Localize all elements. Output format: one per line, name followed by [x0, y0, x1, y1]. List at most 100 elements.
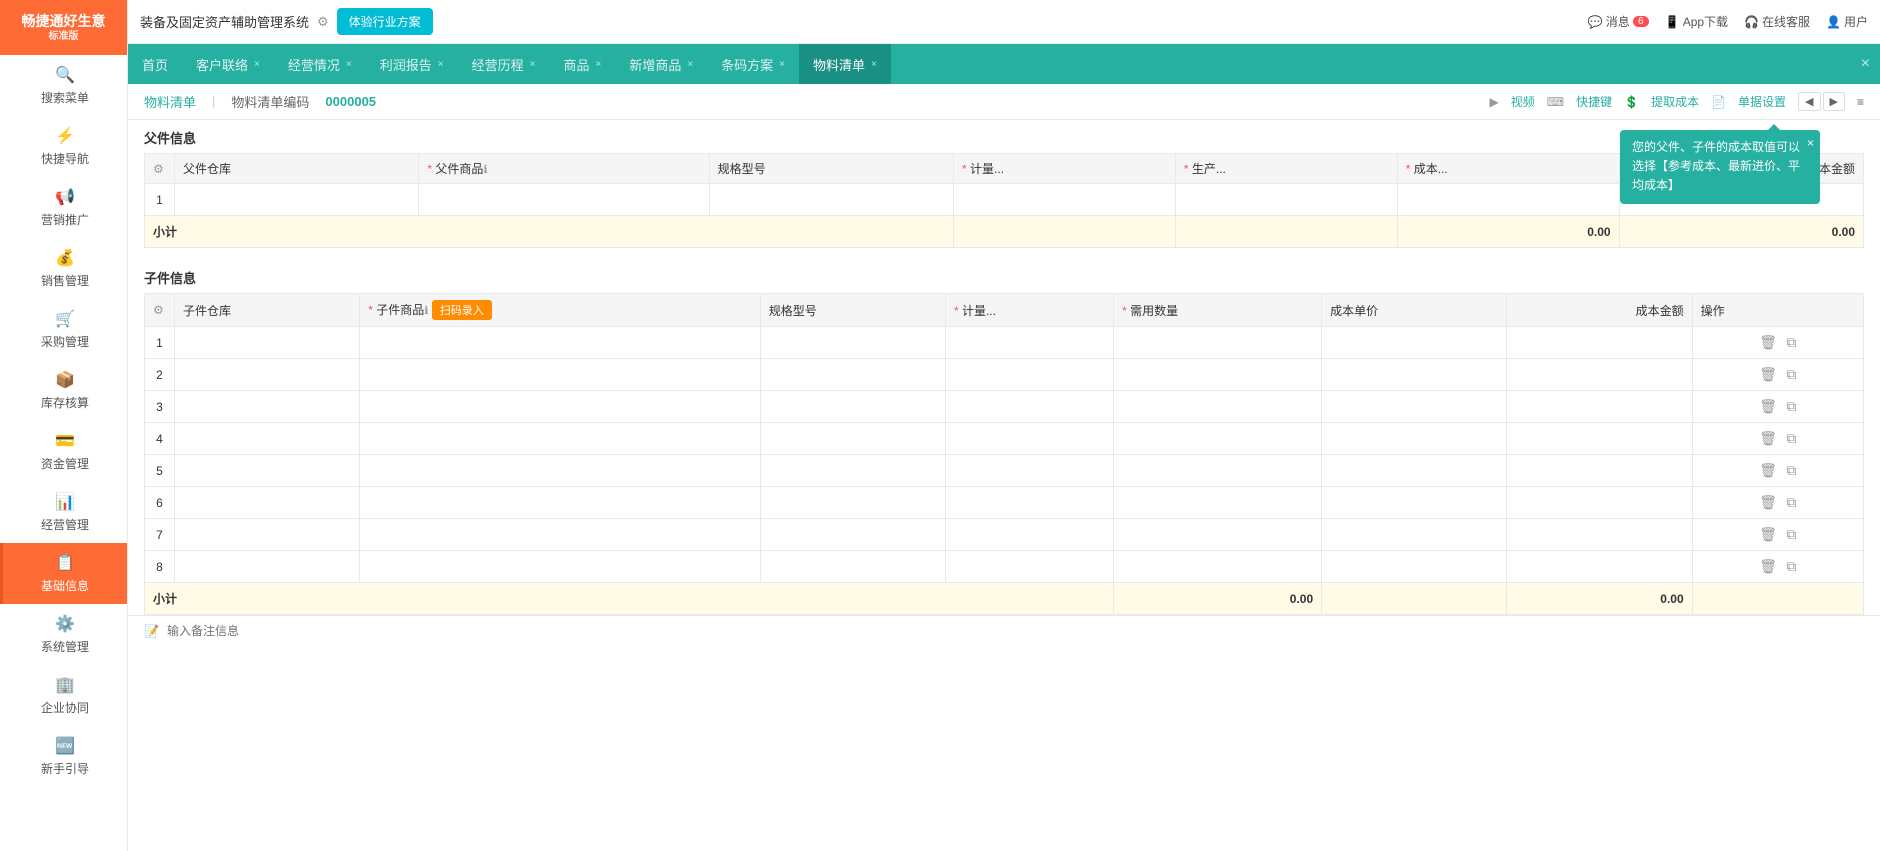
delete-btn-6[interactable]: 🗑	[1756, 492, 1780, 513]
child-amount-4[interactable]	[1507, 423, 1692, 455]
child-warehouse-6[interactable]	[175, 487, 360, 519]
copy-btn-5[interactable]: ⧉	[1783, 460, 1799, 481]
child-amount-6[interactable]	[1507, 487, 1692, 519]
tab-利润报告[interactable]: 利润报告×	[366, 44, 458, 84]
child-unit-4[interactable]	[945, 423, 1113, 455]
sidebar-item-quick-nav[interactable]: ⚡快捷导航	[0, 116, 127, 177]
child-qty-5[interactable]	[1114, 455, 1322, 487]
child-qty-1[interactable]	[1114, 327, 1322, 359]
child-warehouse-3[interactable]	[175, 391, 360, 423]
child-unit-6[interactable]	[945, 487, 1113, 519]
tab-close-btn[interactable]: ×	[779, 59, 785, 70]
copy-btn-1[interactable]: ⧉	[1783, 332, 1799, 353]
tab-close-btn[interactable]: ×	[254, 59, 260, 70]
child-amount-1[interactable]	[1507, 327, 1692, 359]
child-unit-cost-2[interactable]	[1322, 359, 1507, 391]
note-input[interactable]	[167, 624, 1864, 638]
child-product-2[interactable]	[360, 359, 760, 391]
sidebar-item-finance[interactable]: 💳资金管理	[0, 421, 127, 482]
copy-btn-8[interactable]: ⧉	[1783, 556, 1799, 577]
child-warehouse-4[interactable]	[175, 423, 360, 455]
child-warehouse-2[interactable]	[175, 359, 360, 391]
child-amount-5[interactable]	[1507, 455, 1692, 487]
app-download-btn[interactable]: 📱 App下载	[1665, 13, 1728, 30]
tab-条码方案[interactable]: 条码方案×	[707, 44, 799, 84]
nav-prev-btn[interactable]: ◀	[1798, 92, 1820, 111]
child-warehouse-8[interactable]	[175, 551, 360, 583]
scan-input-btn[interactable]: 扫码录入	[432, 300, 492, 320]
menu-icon[interactable]: ≡	[1857, 95, 1864, 109]
parent-unit[interactable]	[954, 184, 1176, 216]
settings-icon[interactable]: ⚙	[317, 14, 329, 30]
cost-btn[interactable]: 提取成本	[1651, 93, 1699, 110]
shortcut-btn[interactable]: 快捷键	[1576, 93, 1612, 110]
child-qty-2[interactable]	[1114, 359, 1322, 391]
child-amount-3[interactable]	[1507, 391, 1692, 423]
child-unit-7[interactable]	[945, 519, 1113, 551]
delete-btn-8[interactable]: 🗑	[1756, 556, 1780, 577]
child-spec-2[interactable]	[760, 359, 945, 391]
child-product-5[interactable]	[360, 455, 760, 487]
child-warehouse-5[interactable]	[175, 455, 360, 487]
tab-close-btn[interactable]: ×	[595, 59, 601, 70]
delete-btn-2[interactable]: 🗑	[1756, 364, 1780, 385]
child-qty-3[interactable]	[1114, 391, 1322, 423]
sidebar-item-guide[interactable]: 🆕新手引导	[0, 726, 127, 787]
child-qty-7[interactable]	[1114, 519, 1322, 551]
child-product-7[interactable]	[360, 519, 760, 551]
parent-col-settings[interactable]: ⚙	[145, 154, 175, 184]
child-product-1[interactable]	[360, 327, 760, 359]
child-unit-cost-7[interactable]	[1322, 519, 1507, 551]
tab-经营历程[interactable]: 经营历程×	[458, 44, 550, 84]
child-amount-8[interactable]	[1507, 551, 1692, 583]
copy-btn-6[interactable]: ⧉	[1783, 492, 1799, 513]
sidebar-item-system[interactable]: ⚙️系统管理	[0, 604, 127, 665]
message-btn[interactable]: 💬 消息 6	[1588, 13, 1649, 30]
tab-close-btn[interactable]: ×	[438, 59, 444, 70]
child-spec-1[interactable]	[760, 327, 945, 359]
parent-product[interactable]	[419, 184, 709, 216]
child-product-3[interactable]	[360, 391, 760, 423]
child-product-8[interactable]	[360, 551, 760, 583]
child-amount-2[interactable]	[1507, 359, 1692, 391]
child-unit-cost-5[interactable]	[1322, 455, 1507, 487]
nav-next-btn[interactable]: ▶	[1823, 92, 1845, 111]
child-spec-3[interactable]	[760, 391, 945, 423]
child-spec-5[interactable]	[760, 455, 945, 487]
video-btn[interactable]: 视频	[1511, 93, 1535, 110]
copy-btn-2[interactable]: ⧉	[1783, 364, 1799, 385]
tab-商品[interactable]: 商品×	[549, 44, 615, 84]
child-unit-cost-3[interactable]	[1322, 391, 1507, 423]
sidebar-item-inventory[interactable]: 📦库存核算	[0, 360, 127, 421]
tab-客户联络[interactable]: 客户联络×	[182, 44, 274, 84]
form-breadcrumb-tab[interactable]: 物料清单	[144, 92, 196, 111]
online-service-btn[interactable]: 🎧 在线客服	[1744, 13, 1810, 30]
tab-nav-close-btn[interactable]: ×	[1851, 55, 1880, 73]
child-col-settings[interactable]: ⚙	[145, 294, 175, 327]
parent-cost[interactable]	[1397, 184, 1619, 216]
child-qty-6[interactable]	[1114, 487, 1322, 519]
sidebar-item-purchase[interactable]: 🛒采购管理	[0, 299, 127, 360]
child-spec-4[interactable]	[760, 423, 945, 455]
tab-新增商品[interactable]: 新增商品×	[615, 44, 707, 84]
delete-btn-5[interactable]: 🗑	[1756, 460, 1780, 481]
child-amount-7[interactable]	[1507, 519, 1692, 551]
copy-btn-3[interactable]: ⧉	[1783, 396, 1799, 417]
single-settings-btn[interactable]: 单据设置	[1738, 93, 1786, 110]
tab-close-btn[interactable]: ×	[687, 59, 693, 70]
child-qty-8[interactable]	[1114, 551, 1322, 583]
delete-btn-3[interactable]: 🗑	[1756, 396, 1780, 417]
child-spec-8[interactable]	[760, 551, 945, 583]
sidebar-item-marketing[interactable]: 📢营销推广	[0, 177, 127, 238]
child-unit-cost-4[interactable]	[1322, 423, 1507, 455]
tab-close-btn[interactable]: ×	[871, 59, 877, 70]
parent-produce[interactable]	[1175, 184, 1397, 216]
child-unit-cost-8[interactable]	[1322, 551, 1507, 583]
child-warehouse-7[interactable]	[175, 519, 360, 551]
child-spec-6[interactable]	[760, 487, 945, 519]
child-qty-4[interactable]	[1114, 423, 1322, 455]
parent-spec[interactable]	[709, 184, 953, 216]
sidebar-item-corp[interactable]: 🏢企业协同	[0, 665, 127, 726]
delete-btn-4[interactable]: 🗑	[1756, 428, 1780, 449]
tab-经营情况[interactable]: 经营情况×	[274, 44, 366, 84]
